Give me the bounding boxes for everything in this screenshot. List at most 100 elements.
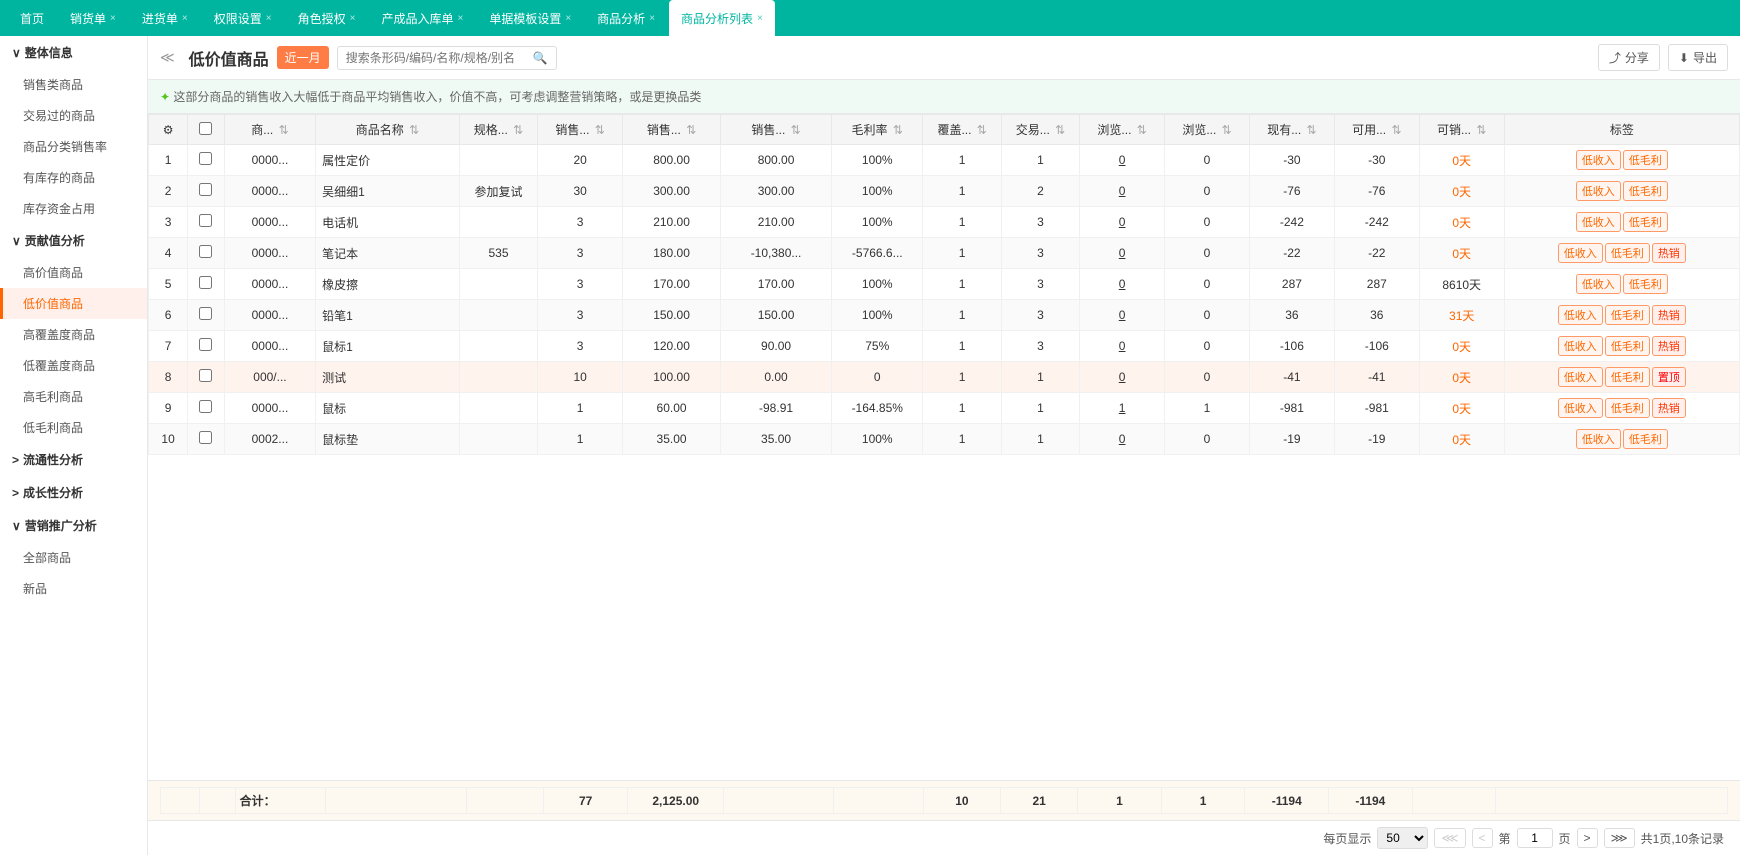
row-checkbox[interactable] (199, 214, 212, 227)
browse1-link[interactable]: 0 (1119, 246, 1126, 260)
col-saleable[interactable]: 可销... ⇅ (1419, 115, 1504, 145)
tag-badge[interactable]: 热销 (1652, 305, 1686, 325)
browse1-link[interactable]: 0 (1119, 153, 1126, 167)
row-checkbox-cell[interactable] (188, 176, 225, 207)
browse1-link[interactable]: 0 (1119, 184, 1126, 198)
browse1-link[interactable]: 0 (1119, 277, 1126, 291)
col-name[interactable]: 商品名称 ⇅ (316, 115, 460, 145)
col-margin-rate[interactable]: 毛利率 ⇅ (832, 115, 923, 145)
browse1-link[interactable]: 1 (1119, 401, 1126, 415)
tag-badge[interactable]: 低收入 (1558, 398, 1603, 418)
row-checkbox[interactable] (199, 183, 212, 196)
browse1-link[interactable]: 0 (1119, 308, 1126, 322)
col-stock[interactable]: 现有... ⇅ (1249, 115, 1334, 145)
row-checkbox[interactable] (199, 152, 212, 165)
sidebar-item-low-value[interactable]: 低价值商品 (0, 288, 147, 319)
tag-badge[interactable]: 低毛利 (1623, 274, 1668, 294)
tag-badge[interactable]: 低收入 (1558, 243, 1603, 263)
tag-badge[interactable]: 低收入 (1576, 150, 1621, 170)
sidebar-item-high-value[interactable]: 高价值商品 (0, 257, 147, 288)
row-checkbox[interactable] (199, 245, 212, 258)
sidebar-item-high-margin[interactable]: 高毛利商品 (0, 381, 147, 412)
tag-badge[interactable]: 低收入 (1576, 181, 1621, 201)
browse1-link[interactable]: 0 (1119, 370, 1126, 384)
browse1-link[interactable]: 0 (1119, 432, 1126, 446)
row-checkbox[interactable] (199, 369, 212, 382)
col-browse2[interactable]: 浏览... ⇅ (1165, 115, 1250, 145)
col-sales-amt[interactable]: 销售... ⇅ (623, 115, 721, 145)
sidebar-item-stock-goods[interactable]: 有库存的商品 (0, 162, 147, 193)
export-button[interactable]: ⬇ 导出 (1668, 44, 1728, 71)
col-browse1[interactable]: 浏览... ⇅ (1080, 115, 1165, 145)
per-page-select[interactable]: 50 100 (1377, 827, 1428, 849)
sidebar-item-traded-goods[interactable]: 交易过的商品 (0, 100, 147, 131)
col-tags[interactable]: 标签 (1504, 115, 1739, 145)
tag-badge[interactable]: 低毛利 (1605, 243, 1650, 263)
nav-tab-stock[interactable]: 产成品入库单 × (369, 0, 475, 36)
row-browse1[interactable]: 0 (1080, 424, 1165, 455)
sidebar-section-marketing[interactable]: ∨ 营销推广分析 (0, 509, 147, 542)
row-browse1[interactable]: 1 (1080, 393, 1165, 424)
tag-badge[interactable]: 低毛利 (1623, 212, 1668, 232)
row-checkbox-cell[interactable] (188, 300, 225, 331)
sidebar-section-growth[interactable]: > 成长性分析 (0, 476, 147, 509)
col-coverage[interactable]: 覆盖... ⇅ (923, 115, 1001, 145)
col-available[interactable]: 可用... ⇅ (1334, 115, 1419, 145)
tag-badge[interactable]: 热销 (1652, 398, 1686, 418)
row-browse1[interactable]: 0 (1080, 331, 1165, 362)
nav-tab-template[interactable]: 单据模板设置 × (477, 0, 583, 36)
nav-tab-analysis-close[interactable]: × (649, 13, 655, 24)
nav-tab-analysis-list-close[interactable]: × (757, 13, 763, 24)
sidebar-collapse-btn[interactable]: ≪ (160, 49, 175, 66)
sidebar-section-liquidity[interactable]: > 流通性分析 (0, 443, 147, 476)
sidebar-item-low-coverage[interactable]: 低覆盖度商品 (0, 350, 147, 381)
row-checkbox-cell[interactable] (188, 269, 225, 300)
search-input[interactable] (337, 46, 557, 70)
nav-tab-sales[interactable]: 销货单 × (58, 0, 128, 36)
nav-tab-sales-close[interactable]: × (110, 13, 116, 24)
tag-badge[interactable]: 低收入 (1576, 429, 1621, 449)
row-checkbox-cell[interactable] (188, 362, 225, 393)
tag-badge[interactable]: 热销 (1652, 243, 1686, 263)
select-all-checkbox[interactable] (199, 122, 212, 135)
table-container[interactable]: ⚙ 商... ⇅ 商品名称 ⇅ 规格... ⇅ 销售... ⇅ 销售... ⇅ … (148, 114, 1740, 780)
row-checkbox[interactable] (199, 400, 212, 413)
search-icon[interactable]: 🔍 (533, 51, 548, 65)
tag-badge[interactable]: 低毛利 (1623, 181, 1668, 201)
nav-tab-analysis[interactable]: 商品分析 × (585, 0, 667, 36)
sidebar-item-stock-capital[interactable]: 库存资金占用 (0, 193, 147, 224)
sidebar-section-contribution[interactable]: ∨ 贡献值分析 (0, 224, 147, 257)
row-browse1[interactable]: 0 (1080, 300, 1165, 331)
col-code[interactable]: 商... ⇅ (224, 115, 315, 145)
browse1-link[interactable]: 0 (1119, 339, 1126, 353)
row-browse1[interactable]: 0 (1080, 238, 1165, 269)
tag-badge[interactable]: 低毛利 (1605, 336, 1650, 356)
nav-tab-purchase[interactable]: 进货单 × (130, 0, 200, 36)
tag-badge[interactable]: 低毛利 (1605, 398, 1650, 418)
tag-badge[interactable]: 低毛利 (1605, 305, 1650, 325)
row-checkbox-cell[interactable] (188, 393, 225, 424)
row-checkbox-cell[interactable] (188, 331, 225, 362)
sidebar-item-category-rate[interactable]: 商品分类销售率 (0, 131, 147, 162)
row-checkbox[interactable] (199, 276, 212, 289)
row-browse1[interactable]: 0 (1080, 269, 1165, 300)
share-button[interactable]: ⤴ 分享 (1598, 44, 1660, 71)
tag-badge[interactable]: 低收入 (1558, 305, 1603, 325)
sidebar-item-sales-goods[interactable]: 销售类商品 (0, 69, 147, 100)
col-spec[interactable]: 规格... ⇅ (459, 115, 537, 145)
sidebar-item-high-coverage[interactable]: 高覆盖度商品 (0, 319, 147, 350)
col-checkbox[interactable] (188, 115, 225, 145)
nav-tab-purchase-close[interactable]: × (182, 13, 188, 24)
nav-tab-home[interactable]: 首页 (8, 0, 56, 36)
row-checkbox[interactable] (199, 338, 212, 351)
nav-tab-analysis-list[interactable]: 商品分析列表 × (669, 0, 775, 36)
tag-badge[interactable]: 低收入 (1558, 367, 1603, 387)
tag-badge[interactable]: 低毛利 (1623, 429, 1668, 449)
tag-badge[interactable]: 低毛利 (1605, 367, 1650, 387)
nav-tab-permission[interactable]: 权限设置 × (202, 0, 284, 36)
filter-button[interactable]: 近一月 (277, 46, 329, 69)
tag-badge[interactable]: 低收入 (1576, 274, 1621, 294)
tag-badge[interactable]: 置顶 (1652, 367, 1686, 387)
nav-tab-role[interactable]: 角色授权 × (286, 0, 368, 36)
row-browse1[interactable]: 0 (1080, 207, 1165, 238)
